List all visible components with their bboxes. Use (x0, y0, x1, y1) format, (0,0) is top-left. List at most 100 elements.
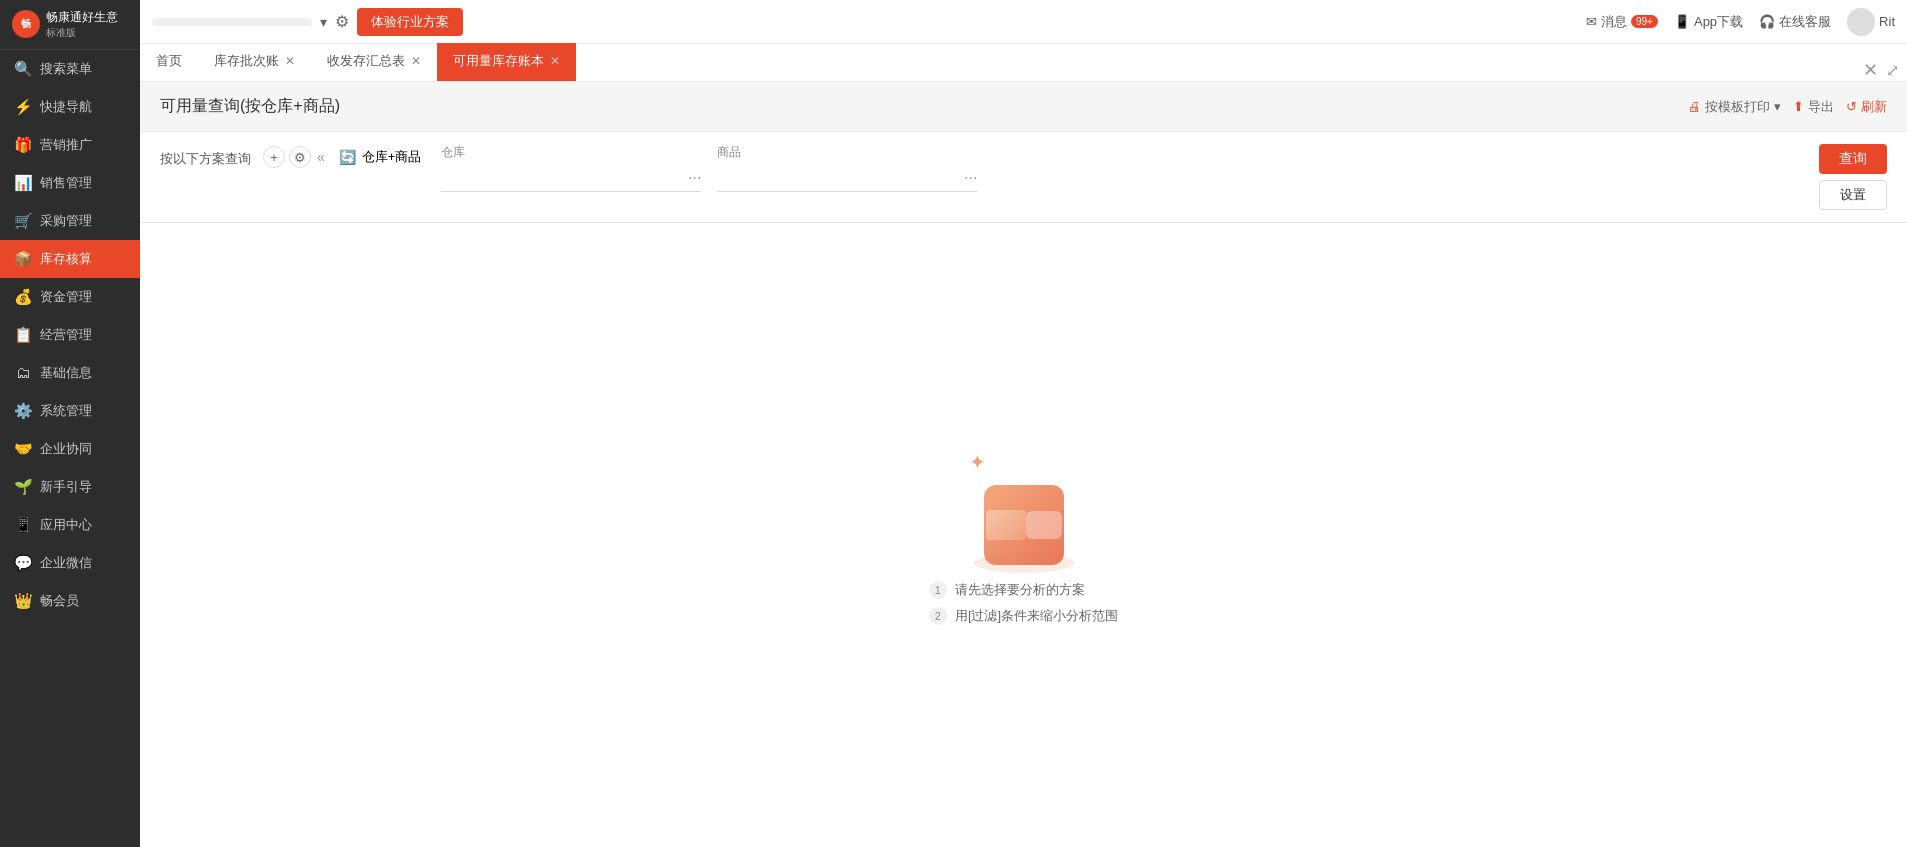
filter-fields: 仓库 ··· 商品 ··· (441, 144, 1807, 192)
tab-available-ledger[interactable]: 可用量库存账本✕ (437, 43, 576, 81)
message-icon: ✉ (1586, 14, 1597, 29)
refresh-label: 刷新 (1861, 98, 1887, 116)
filter-settings-btn[interactable]: 设置 (1819, 180, 1887, 210)
sales-icon: 📊 (14, 174, 32, 192)
sidebar-item-sales[interactable]: 📊 销售管理 (0, 164, 140, 202)
inventory-label: 库存核算 (40, 250, 92, 268)
warehouse-field: 仓库 ··· (441, 144, 701, 192)
warehouse-input[interactable] (441, 171, 684, 186)
member-label: 畅会员 (40, 592, 79, 610)
topbar-right: ✉ 消息 99+ 📱 App下载 🎧 在线客服 Rit (1586, 8, 1895, 36)
sparkle-icon: ✦ (969, 450, 986, 474)
warehouse-input-wrapper: ··· (441, 165, 701, 192)
avatar (1847, 8, 1875, 36)
wechat-icon: 💬 (14, 554, 32, 572)
sidebar-item-member[interactable]: 👑 畅会员 (0, 582, 140, 620)
sidebar-item-purchase[interactable]: 🛒 采购管理 (0, 202, 140, 240)
scheme-label: 仓库+商品 (362, 148, 422, 166)
main-area: ▾ ⚙ 体验行业方案 ✉ 消息 99+ 📱 App下载 🎧 在线客服 Rit (140, 0, 1907, 847)
tab-receipt-summary[interactable]: 收发存汇总表 ✕ (311, 43, 437, 81)
empty-hints: 1 请先选择要分析的方案 2 用[过滤]条件来缩小分析范围 (929, 581, 1118, 625)
headset-icon: 🎧 (1759, 14, 1775, 29)
product-input[interactable] (717, 171, 960, 186)
message-badge: 99+ (1631, 15, 1658, 28)
page-header-actions: 🖨 按模板打印 ▾ ⬆ 导出 ↺ 刷新 (1688, 98, 1887, 116)
member-icon: 👑 (14, 592, 32, 610)
brand-name: 畅康通好生意 (46, 10, 118, 26)
refresh-btn[interactable]: ↺ 刷新 (1846, 98, 1887, 116)
tab-label-batch-account: 库存批次账 (214, 52, 279, 70)
product-field: 商品 ··· (717, 144, 977, 192)
marketing-icon: 🎁 (14, 136, 32, 154)
tab-close-receipt-summary[interactable]: ✕ (411, 54, 421, 68)
product-field-label: 商品 (717, 144, 977, 161)
sidebar-item-basic[interactable]: 🗂 基础信息 (0, 354, 140, 392)
filter-scheme-header: + ⚙ « 🔄 仓库+商品 (263, 144, 429, 170)
tabs-right: ✕ ⤢ (1863, 59, 1907, 81)
empty-illustration: ✦ (964, 445, 1084, 565)
sidebar-item-wechat[interactable]: 💬 企业微信 (0, 544, 140, 582)
basic-icon: 🗂 (14, 364, 32, 382)
sidebar-item-operation[interactable]: 📋 经营管理 (0, 316, 140, 354)
hint-item-1: 1 请先选择要分析的方案 (929, 581, 1118, 599)
sidebar-item-marketing[interactable]: 🎁 营销推广 (0, 126, 140, 164)
search-icon: 🔍 (14, 60, 32, 78)
online-service-item[interactable]: 🎧 在线客服 (1759, 13, 1831, 31)
gear-icon[interactable]: ⚙ (335, 12, 349, 31)
sales-label: 销售管理 (40, 174, 92, 192)
user-item[interactable]: Rit (1847, 8, 1895, 36)
warehouse-field-label: 仓库 (441, 144, 701, 161)
hint-text-2: 用[过滤]条件来缩小分析范围 (955, 607, 1118, 625)
search-label: 搜索菜单 (40, 60, 92, 78)
finance-icon: 💰 (14, 288, 32, 306)
print-icon: 🖨 (1688, 99, 1701, 114)
tab-home[interactable]: 首页 (140, 43, 198, 81)
collapse-btn[interactable]: « (317, 149, 325, 165)
tab-label-receipt-summary: 收发存汇总表 (327, 52, 405, 70)
sidebar-item-shortcut[interactable]: ⚡ 快捷导航 (0, 88, 140, 126)
box-shadow (974, 553, 1074, 573)
filter-scheme-actions: + ⚙ (263, 146, 311, 168)
message-item[interactable]: ✉ 消息 99+ (1586, 13, 1658, 31)
export-icon: ⬆ (1793, 99, 1804, 114)
sidebar-item-enterprise[interactable]: 🤝 企业协同 (0, 430, 140, 468)
app-download-item[interactable]: 📱 App下载 (1674, 13, 1743, 31)
sidebar: 畅 畅康通好生意 标准版 🔍 搜索菜单 ⚡ 快捷导航 🎁 营销推广 📊 销售管理… (0, 0, 140, 847)
product-input-wrapper: ··· (717, 165, 977, 192)
apps-label: 应用中心 (40, 516, 92, 534)
tab-close-all-btn[interactable]: ✕ (1863, 59, 1878, 81)
dropdown-icon[interactable]: ▾ (320, 14, 327, 30)
export-btn[interactable]: ⬆ 导出 (1793, 98, 1834, 116)
tab-batch-account[interactable]: 库存批次账 ✕ (198, 43, 311, 81)
marketing-label: 营销推广 (40, 136, 92, 154)
sidebar-item-newbie[interactable]: 🌱 新手引导 (0, 468, 140, 506)
industry-btn[interactable]: 体验行业方案 (357, 8, 463, 36)
print-label: 按模板打印 (1705, 98, 1770, 116)
add-scheme-btn[interactable]: + (263, 146, 285, 168)
purchase-label: 采购管理 (40, 212, 92, 230)
sidebar-brand: 畅康通好生意 标准版 (46, 10, 118, 39)
tab-close-batch-account[interactable]: ✕ (285, 54, 295, 68)
content-area: ✦ 1 请先选择要分析的方案 2 用[过滤]条件来缩小分析范围 (140, 223, 1907, 847)
tab-close-available-ledger[interactable]: ✕ (550, 54, 560, 68)
settings-scheme-btn[interactable]: ⚙ (289, 146, 311, 168)
warehouse-more-btn[interactable]: ··· (688, 169, 701, 187)
sidebar-item-search[interactable]: 🔍 搜索菜单 (0, 50, 140, 88)
print-dropdown-icon[interactable]: ▾ (1774, 99, 1781, 114)
sidebar-item-apps[interactable]: 📱 应用中心 (0, 506, 140, 544)
enterprise-icon: 🤝 (14, 440, 32, 458)
sidebar-item-system[interactable]: ⚙️ 系统管理 (0, 392, 140, 430)
username-label: Rit (1879, 14, 1895, 29)
sidebar-item-finance[interactable]: 💰 资金管理 (0, 278, 140, 316)
sidebar-header: 畅 畅康通好生意 标准版 (0, 0, 140, 50)
apps-icon: 📱 (14, 516, 32, 534)
product-more-btn[interactable]: ··· (964, 169, 977, 187)
hint-num-2: 2 (929, 607, 947, 625)
query-btn[interactable]: 查询 (1819, 144, 1887, 174)
print-btn[interactable]: 🖨 按模板打印 ▾ (1688, 98, 1781, 116)
tabs-bar: 首页库存批次账✕收发存汇总表✕可用量库存账本✕ ✕ ⤢ (140, 44, 1907, 82)
sidebar-item-inventory[interactable]: 📦 库存核算 (0, 240, 140, 278)
scheme-item-warehouse-product[interactable]: 🔄 仓库+商品 (331, 144, 430, 170)
newbie-icon: 🌱 (14, 478, 32, 496)
tab-expand-btn[interactable]: ⤢ (1886, 61, 1899, 80)
